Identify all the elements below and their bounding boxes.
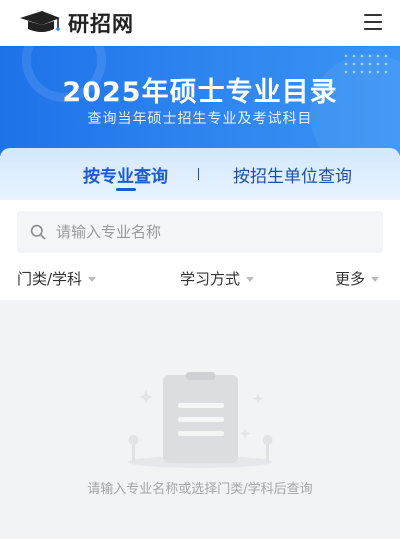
menu-button[interactable] xyxy=(364,14,382,30)
empty-clipboard-icon xyxy=(128,372,273,468)
filter-category-dropdown[interactable]: 门类/学科 xyxy=(17,268,97,289)
top-bar: 研招网 xyxy=(0,0,400,46)
logo-text: 研招网 xyxy=(68,12,134,36)
filter-category-label: 门类/学科 xyxy=(17,270,83,288)
empty-state-message: 请输入专业名称或选择门类/学科后查询 xyxy=(87,482,313,497)
search-panel: 门类/学科 学习方式 更多 xyxy=(0,200,400,300)
filter-study-mode-label: 学习方式 xyxy=(180,270,241,288)
filter-more-label: 更多 xyxy=(335,270,366,288)
dropdown-arrow-icon xyxy=(246,277,255,282)
search-box[interactable] xyxy=(17,211,383,253)
query-tabs: 按专业查询 按招生单位查询 xyxy=(0,148,400,200)
graduation-cap-icon xyxy=(20,11,60,32)
filter-more-dropdown[interactable]: 更多 xyxy=(335,268,380,289)
menu-icon-line xyxy=(364,14,382,16)
dropdown-arrow-icon xyxy=(88,277,97,282)
search-input[interactable] xyxy=(54,222,358,242)
search-icon xyxy=(30,224,46,240)
active-tab-indicator xyxy=(116,188,136,191)
page-title: 2025年硕士专业目录 xyxy=(62,77,338,108)
filter-study-mode-dropdown[interactable]: 学习方式 xyxy=(180,268,255,289)
site-logo[interactable]: 研招网 xyxy=(18,10,134,36)
menu-icon-line xyxy=(364,21,382,23)
dropdown-arrow-icon xyxy=(371,277,380,282)
tab-by-major[interactable]: 按专业查询 xyxy=(83,162,168,187)
page-subtitle: 查询当年硕士招生专业及考试科目 xyxy=(87,111,313,127)
hero-banner: 2025年硕士专业目录 查询当年硕士招生专业及考试科目 xyxy=(0,46,400,156)
menu-icon-line xyxy=(364,28,382,30)
tab-by-institution[interactable]: 按招生单位查询 xyxy=(233,162,352,187)
tab-divider xyxy=(198,168,199,180)
